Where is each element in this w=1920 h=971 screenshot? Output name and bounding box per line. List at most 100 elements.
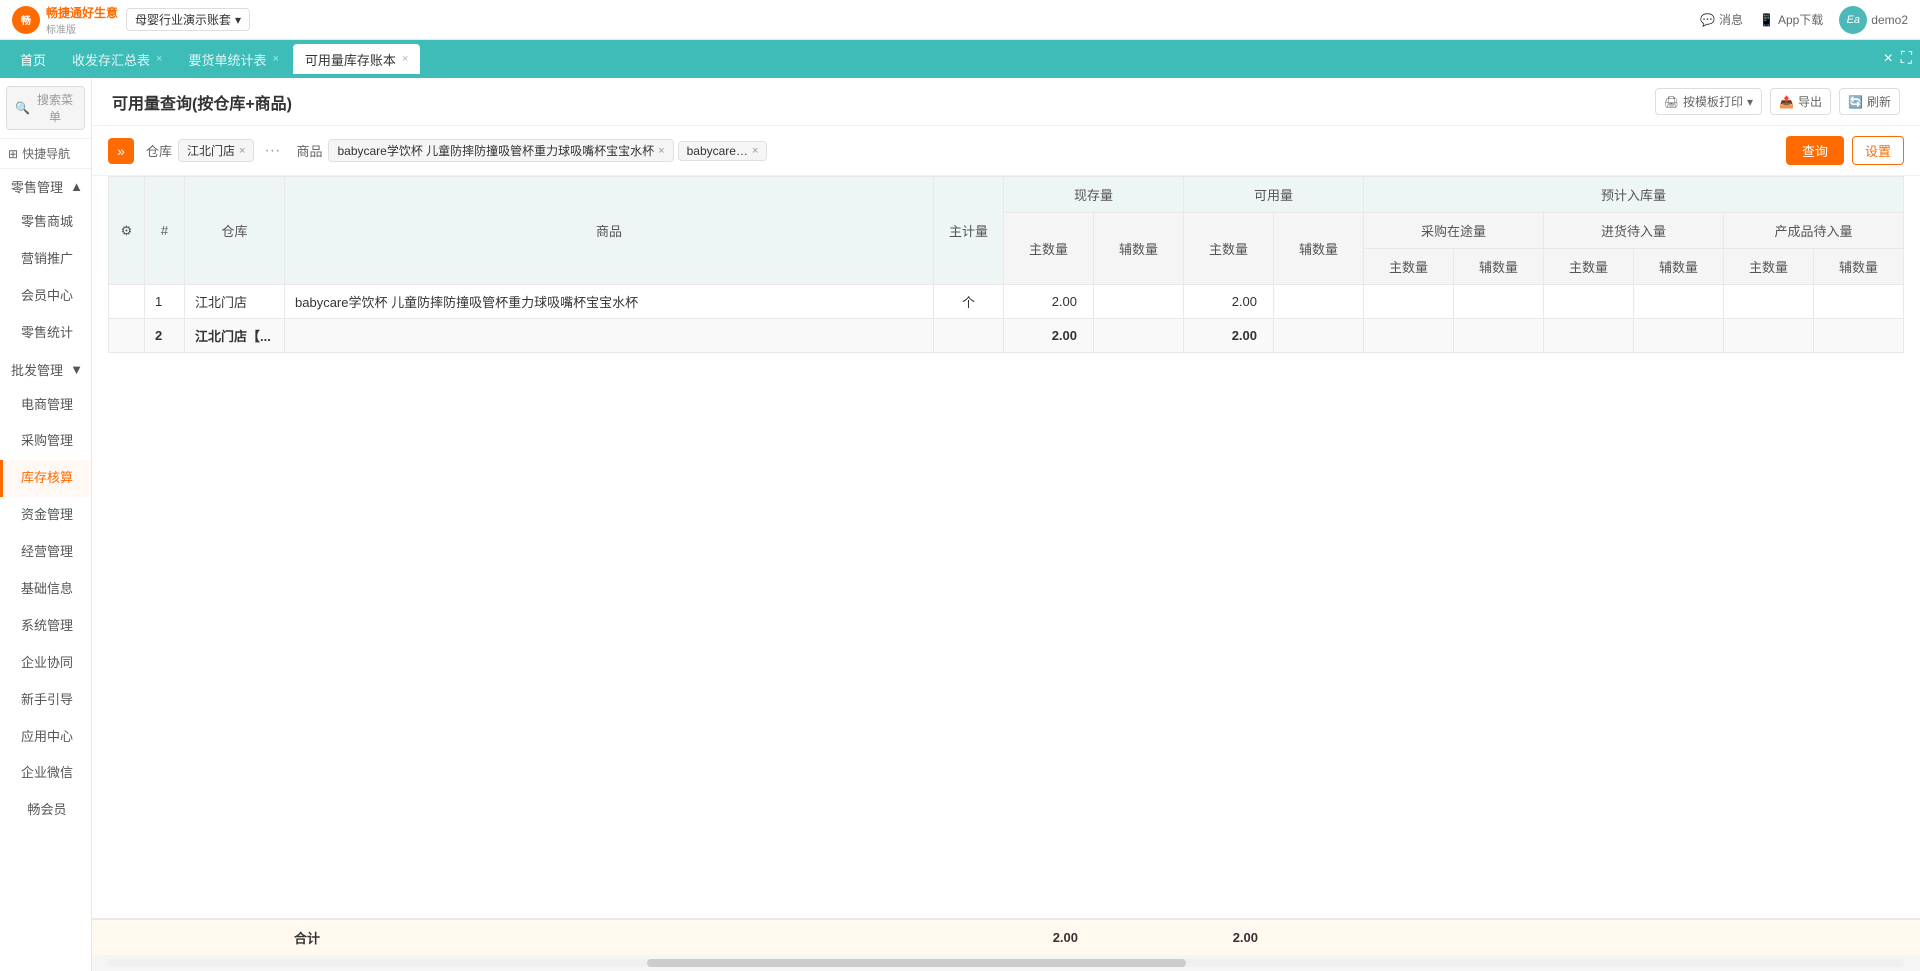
row1-available-aux [1274, 285, 1364, 319]
chevron-up-icon: ▲ [70, 179, 83, 194]
settings-icon[interactable]: ⚙ [121, 223, 133, 238]
close-stock-tab-icon[interactable]: × [402, 53, 408, 65]
table-container: ⚙ # 仓库 商品 主计量 现存量 可用量 预计入库量 主数量 辅数量 主数量 [92, 176, 1920, 918]
app-download-label: App下载 [1778, 11, 1823, 28]
search-menu-btn[interactable]: 🔍 搜索菜单 [6, 86, 85, 130]
row2-num: 2 [145, 319, 185, 353]
sidebar-item-retail-mall[interactable]: 零售商城 [0, 204, 91, 241]
product-tag-1: babycare学饮杯 儿童防摔防撞吸管杯重力球吸嘴杯宝宝水杯 × [328, 139, 673, 162]
th-stock-group: 现存量 [1004, 177, 1184, 213]
top-bar-left: 畅 畅捷通好生意 标准版 母婴行业演示账套 ▾ [12, 4, 250, 36]
th-product-aux: 辅数量 [1814, 249, 1904, 285]
receipt-tab-label: 收发存汇总表 [72, 50, 150, 69]
th-stock-main: 主数量 [1004, 213, 1094, 285]
user-profile[interactable]: Ea demo2 [1839, 6, 1908, 34]
sidebar-item-finance-mgmt[interactable]: 资金管理 [0, 497, 91, 534]
row1-receipt-main [1544, 285, 1634, 319]
filter-toggle-btn[interactable]: » [108, 138, 134, 164]
sidebar-item-operations-mgmt[interactable]: 经营管理 [0, 534, 91, 571]
sidebar-item-app-center[interactable]: 应用中心 [0, 719, 91, 756]
sidebar-item-system-mgmt[interactable]: 系统管理 [0, 608, 91, 645]
th-receipt-aux: 辅数量 [1634, 249, 1724, 285]
org-selector[interactable]: 母婴行业演示账套 ▾ [126, 8, 250, 31]
sidebar-item-retail-stats[interactable]: 零售统计 [0, 315, 91, 352]
th-stock-aux: 辅数量 [1094, 213, 1184, 285]
message-icon: 💬 [1700, 13, 1715, 27]
close-order-tab-icon[interactable]: × [272, 53, 278, 65]
sidebar-item-enterprise-collab[interactable]: 企业协同 [0, 645, 91, 682]
horizontal-scrollbar[interactable] [108, 959, 1904, 967]
row1-stock-main: 2.00 [1004, 285, 1094, 319]
footer-available-aux [1274, 928, 1364, 947]
tab-receipt-summary[interactable]: 收发存汇总表 × [60, 44, 174, 74]
sidebar-item-purchase-mgmt[interactable]: 采购管理 [0, 423, 91, 460]
tab-available-stock[interactable]: 可用量库存账本 × [293, 44, 420, 74]
warehouse-more-icon[interactable]: ··· [260, 142, 284, 160]
query-btn[interactable]: 查询 [1786, 136, 1844, 165]
org-label: 母婴行业演示账套 [135, 11, 231, 28]
th-available-group: 可用量 [1184, 177, 1364, 213]
tab-order-stats[interactable]: 要货单统计表 × [176, 44, 290, 74]
row1-settings-cell [109, 285, 145, 319]
row2-purchase-aux [1454, 319, 1544, 353]
row2-available-aux [1274, 319, 1364, 353]
footer-purchase-aux [1454, 928, 1544, 947]
expand-icon[interactable]: ⛶ [1901, 50, 1912, 68]
close-all-tabs-icon[interactable]: × [1883, 50, 1892, 68]
close-receipt-tab-icon[interactable]: × [156, 53, 162, 65]
footer-label: 合计 [284, 928, 934, 947]
logo-subtitle: 标准版 [46, 21, 118, 36]
product-tag1-close-icon[interactable]: × [658, 145, 664, 157]
search-icon: 🔍 [15, 101, 30, 115]
sidebar-item-enterprise-wechat[interactable]: 企业微信 [0, 755, 91, 792]
sidebar-item-wholesale-mgmt[interactable]: 批发管理 ▼ [0, 352, 91, 387]
main-layout: 🔍 搜索菜单 ⊞ 快捷导航 零售管理 ▲ 零售商城 营销推广 会员中心 零售统计 [0, 78, 1920, 971]
product-tag2-close-icon[interactable]: × [752, 145, 758, 157]
row1-product-main [1724, 285, 1814, 319]
logo-icon: 畅 [12, 6, 40, 34]
dropdown-icon: ▾ [1747, 95, 1753, 109]
quick-nav-btn[interactable]: ⊞ 快捷导航 [0, 139, 91, 169]
username-label: demo2 [1871, 13, 1908, 27]
row1-product-aux [1814, 285, 1904, 319]
warehouse-tag-jiangbei: 江北门店 × [178, 139, 254, 162]
tab-home[interactable]: 首页 [8, 44, 58, 74]
sidebar-items: 零售管理 ▲ 零售商城 营销推广 会员中心 零售统计 批发管理 ▼ 电商管理 [0, 169, 91, 829]
sidebar-item-basic-info[interactable]: 基础信息 [0, 571, 91, 608]
row1-product: babycare学饮杯 儿童防摔防撞吸管杯重力球吸嘴杯宝宝水杯 [285, 285, 934, 319]
export-btn[interactable]: 📤 导出 [1770, 88, 1831, 115]
logo-title: 畅捷通好生意 [46, 4, 118, 21]
row1-receipt-aux [1634, 285, 1724, 319]
row2-unit [934, 319, 1004, 353]
sidebar-item-inventory-check[interactable]: 库存核算 [0, 460, 91, 497]
sidebar-item-member-center[interactable]: 会员中心 [0, 278, 91, 315]
th-available-main: 主数量 [1184, 213, 1274, 285]
footer-num-cell [144, 928, 184, 947]
warehouse-tag-close-icon[interactable]: × [239, 145, 245, 157]
app-download-btn[interactable]: 📱 App下载 [1759, 11, 1823, 28]
product-tag-2: babycare… × [678, 141, 768, 161]
th-product-main: 主数量 [1724, 249, 1814, 285]
chevron-down-icon: ▾ [235, 13, 241, 27]
template-print-btn[interactable]: 🖨 按模板打印 ▾ [1655, 88, 1762, 115]
sidebar-item-marketing[interactable]: 营销推广 [0, 241, 91, 278]
chevron-down-icon: ▼ [70, 362, 83, 377]
th-receipt-main: 主数量 [1544, 249, 1634, 285]
message-btn[interactable]: 💬 消息 [1700, 11, 1743, 28]
page-header: 可用量查询(按仓库+商品) 🖨 按模板打印 ▾ 📤 导出 🔄 刷新 [92, 78, 1920, 126]
th-receipt-pending: 进货待入量 [1544, 213, 1724, 249]
settings-btn[interactable]: 设置 [1852, 136, 1904, 165]
footer-purchase-main [1364, 928, 1454, 947]
sidebar-item-retail-mgmt[interactable]: 零售管理 ▲ [0, 169, 91, 204]
sidebar-item-member-plus[interactable]: 畅会员 [0, 792, 91, 829]
top-bar-right: 💬 消息 📱 App下载 Ea demo2 [1700, 6, 1908, 34]
sidebar-item-ecommerce-mgmt[interactable]: 电商管理 [0, 387, 91, 424]
footer-receipt-aux [1634, 928, 1724, 947]
footer-available-main: 2.00 [1184, 928, 1274, 947]
refresh-btn[interactable]: 🔄 刷新 [1839, 88, 1900, 115]
print-icon: 🖨 [1664, 95, 1679, 109]
scrollbar-thumb[interactable] [647, 959, 1186, 967]
footer-table: 合计 2.00 2.00 [108, 928, 1904, 947]
sidebar-item-new-guide[interactable]: 新手引导 [0, 682, 91, 719]
row2-product [285, 319, 934, 353]
